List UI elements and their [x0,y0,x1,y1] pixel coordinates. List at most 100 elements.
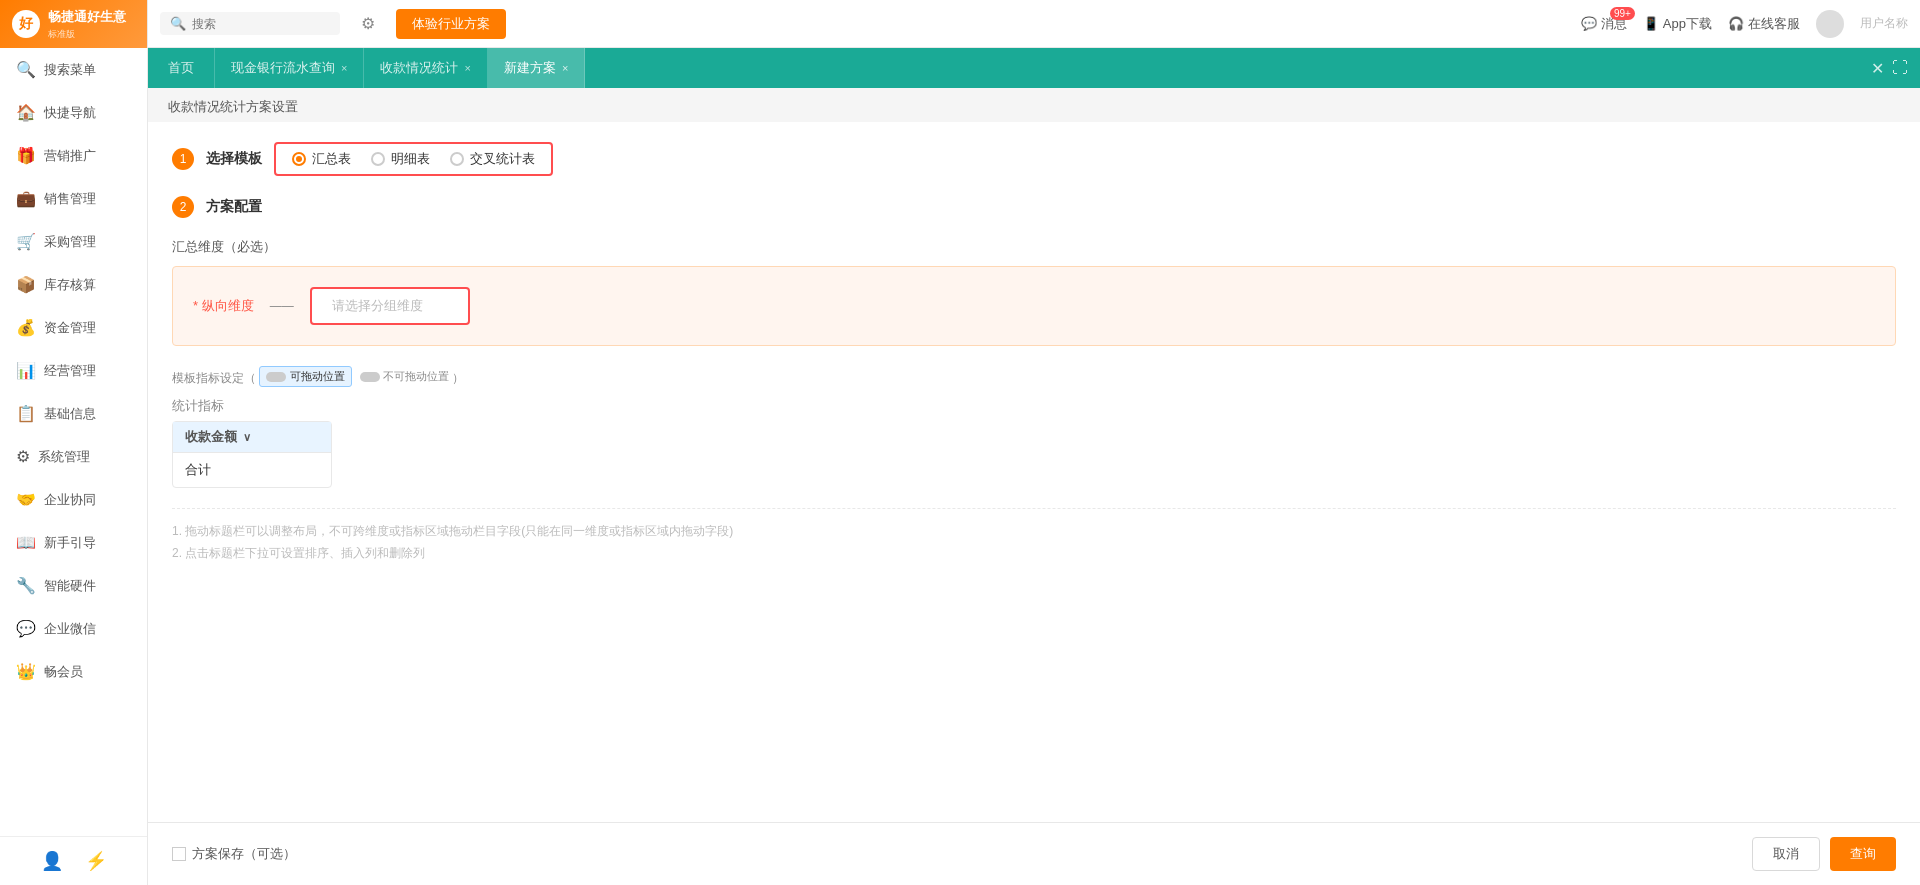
sidebar-item-purchase[interactable]: 🛒 采购管理 [0,220,147,263]
template-selector: 汇总表 明细表 交叉统计表 [274,142,553,176]
sidebar-item-system[interactable]: ⚙ 系统管理 [0,435,147,478]
gift-icon: 🎁 [16,146,36,165]
form-panel: 1 选择模板 汇总表 明细表 交叉统计表 [148,122,1920,822]
briefcase-icon: 💼 [16,189,36,208]
sidebar-item-hardware[interactable]: 🔧 智能硬件 [0,564,147,607]
handshake-icon: 🤝 [16,490,36,509]
metrics-title: 模板指标设定（ 可拖动位置 不可拖动位置 ） [172,366,464,387]
message-icon: 💬 [1581,16,1597,31]
save-label: 方案保存（可选） [192,845,296,863]
sidebar-item-sales[interactable]: 💼 销售管理 [0,177,147,220]
query-button[interactable]: 查询 [1830,837,1896,871]
non-draggable-toggle [360,372,380,382]
download-icon: 📱 [1643,16,1659,31]
search-icon: 🔍 [170,16,186,31]
service-button[interactable]: 🎧 在线客服 [1728,15,1800,33]
tabbar-actions: ✕ ⛶ [1871,48,1920,88]
dimension-row: * 纵向维度 —— 请选择分组维度 [193,287,1875,325]
vertical-dim-label: * 纵向维度 [193,297,254,315]
search-icon: 🔍 [16,60,36,79]
logo-icon: 好 [12,10,40,38]
radio-cross[interactable]: 交叉统计表 [450,150,535,168]
tab-close-icon[interactable]: × [562,62,568,74]
sidebar-item-finance[interactable]: 💰 资金管理 [0,306,147,349]
radio-summary-indicator [292,152,306,166]
cancel-button[interactable]: 取消 [1752,837,1820,871]
stats-table-header: 收款金额 ∨ [173,422,331,453]
header-label: 收款金额 [185,428,237,446]
step2-label: 方案配置 [206,198,262,216]
money-icon: 💰 [16,318,36,337]
app-edition: 标准版 [48,28,126,41]
lightning-btn[interactable]: ⚡ [76,845,116,877]
app-logo: 好 畅捷通好生意 标准版 [0,0,147,48]
search-bar[interactable]: 🔍 [160,12,340,35]
topbar-right: 💬 消息 99+ 📱 App下载 🎧 在线客服 用户名称 [1581,10,1908,38]
user-btn[interactable]: 👤 [32,845,72,877]
notification-badge: 99+ [1610,7,1635,20]
tab-home[interactable]: 首页 [148,48,215,88]
step1-row: 1 选择模板 汇总表 明细表 交叉统计表 [172,142,1896,176]
radio-summary[interactable]: 汇总表 [292,150,351,168]
step1-label: 选择模板 [206,150,262,168]
save-checkbox[interactable] [172,847,186,861]
bottom-actions: 取消 查询 [1752,837,1896,871]
tab-close-icon[interactable]: × [341,62,347,74]
clipboard-icon: 📋 [16,404,36,423]
radio-cross-indicator [450,152,464,166]
content-area: 收款情况统计方案设置 1 选择模板 汇总表 明细表 [148,88,1920,885]
notification-button[interactable]: 💬 消息 99+ [1581,15,1627,33]
sidebar-item-member[interactable]: 👑 畅会员 [0,650,147,693]
sidebar-item-corp[interactable]: 🤝 企业协同 [0,478,147,521]
sidebar-item-guide[interactable]: 📖 新手引导 [0,521,147,564]
radio-detail[interactable]: 明细表 [371,150,430,168]
tab-new-plan[interactable]: 新建方案 × [488,48,585,88]
sidebar-nav: 🔍 搜索菜单 🏠 快捷导航 🎁 营销推广 💼 销售管理 🛒 采购管理 📦 库存核… [0,48,147,836]
app-name: 畅捷通好生意 [48,8,126,26]
tips-section: 1. 拖动标题栏可以调整布局，不可跨维度或指标区域拖动栏目字段(只能在同一维度或… [172,508,1896,564]
box-icon: 📦 [16,275,36,294]
step2-row: 2 方案配置 [172,196,1896,218]
non-draggable-tag: 不可拖动位置 [360,369,449,384]
draggable-toggle [266,372,286,382]
tab-payment-stats[interactable]: 收款情况统计 × [364,48,487,88]
download-button[interactable]: 📱 App下载 [1643,15,1712,33]
sidebar-item-search[interactable]: 🔍 搜索菜单 [0,48,147,91]
wrench-icon: 🔧 [16,576,36,595]
save-option[interactable]: 方案保存（可选） [172,845,296,863]
settings-button[interactable]: ⚙ [352,8,384,40]
user-name: 用户名称 [1860,15,1908,32]
search-input[interactable] [192,17,322,31]
draggable-tag: 可拖动位置 [259,366,352,387]
sidebar-footer: 👤 ⚡ [0,836,147,885]
topbar: 🔍 ⚙ 体验行业方案 💬 消息 99+ 📱 App下载 🎧 在线客服 用户名称 [148,0,1920,48]
main-content: 🔍 ⚙ 体验行业方案 💬 消息 99+ 📱 App下载 🎧 在线客服 用户名称 [148,0,1920,885]
industry-button[interactable]: 体验行业方案 [396,9,506,39]
maximize-icon[interactable]: ⛶ [1892,59,1908,77]
tip2: 2. 点击标题栏下拉可设置排序、插入列和删除列 [172,543,1896,565]
stats-total-cell: 合计 [173,453,331,487]
dim-arrow: —— [270,299,294,313]
crown-icon: 👑 [16,662,36,681]
stats-indicator-label: 统计指标 [172,397,1896,415]
step1-badge: 1 [172,148,194,170]
tab-bank-flow[interactable]: 现金银行流水查询 × [215,48,364,88]
radio-detail-indicator [371,152,385,166]
book-icon: 📖 [16,533,36,552]
stats-header-row[interactable]: 收款金额 ∨ [185,428,319,446]
dimension-grid: * 纵向维度 —— 请选择分组维度 [172,266,1896,346]
service-icon: 🎧 [1728,16,1744,31]
sidebar-item-inventory[interactable]: 📦 库存核算 [0,263,147,306]
stats-table: 收款金额 ∨ 合计 [172,421,332,488]
sidebar-item-marketing[interactable]: 🎁 营销推广 [0,134,147,177]
sidebar-item-base[interactable]: 📋 基础信息 [0,392,147,435]
sidebar-item-management[interactable]: 📊 经营管理 [0,349,147,392]
gear-icon: ⚙ [16,447,30,466]
sidebar-item-wechat[interactable]: 💬 企业微信 [0,607,147,650]
metrics-section: 模板指标设定（ 可拖动位置 不可拖动位置 ） 统计指标 [172,366,1896,488]
sidebar-item-home[interactable]: 🏠 快捷导航 [0,91,147,134]
tab-close-icon[interactable]: × [464,62,470,74]
close-window-icon[interactable]: ✕ [1871,59,1884,78]
bottom-bar: 方案保存（可选） 取消 查询 [148,822,1920,885]
group-dim-select[interactable]: 请选择分组维度 [310,287,470,325]
